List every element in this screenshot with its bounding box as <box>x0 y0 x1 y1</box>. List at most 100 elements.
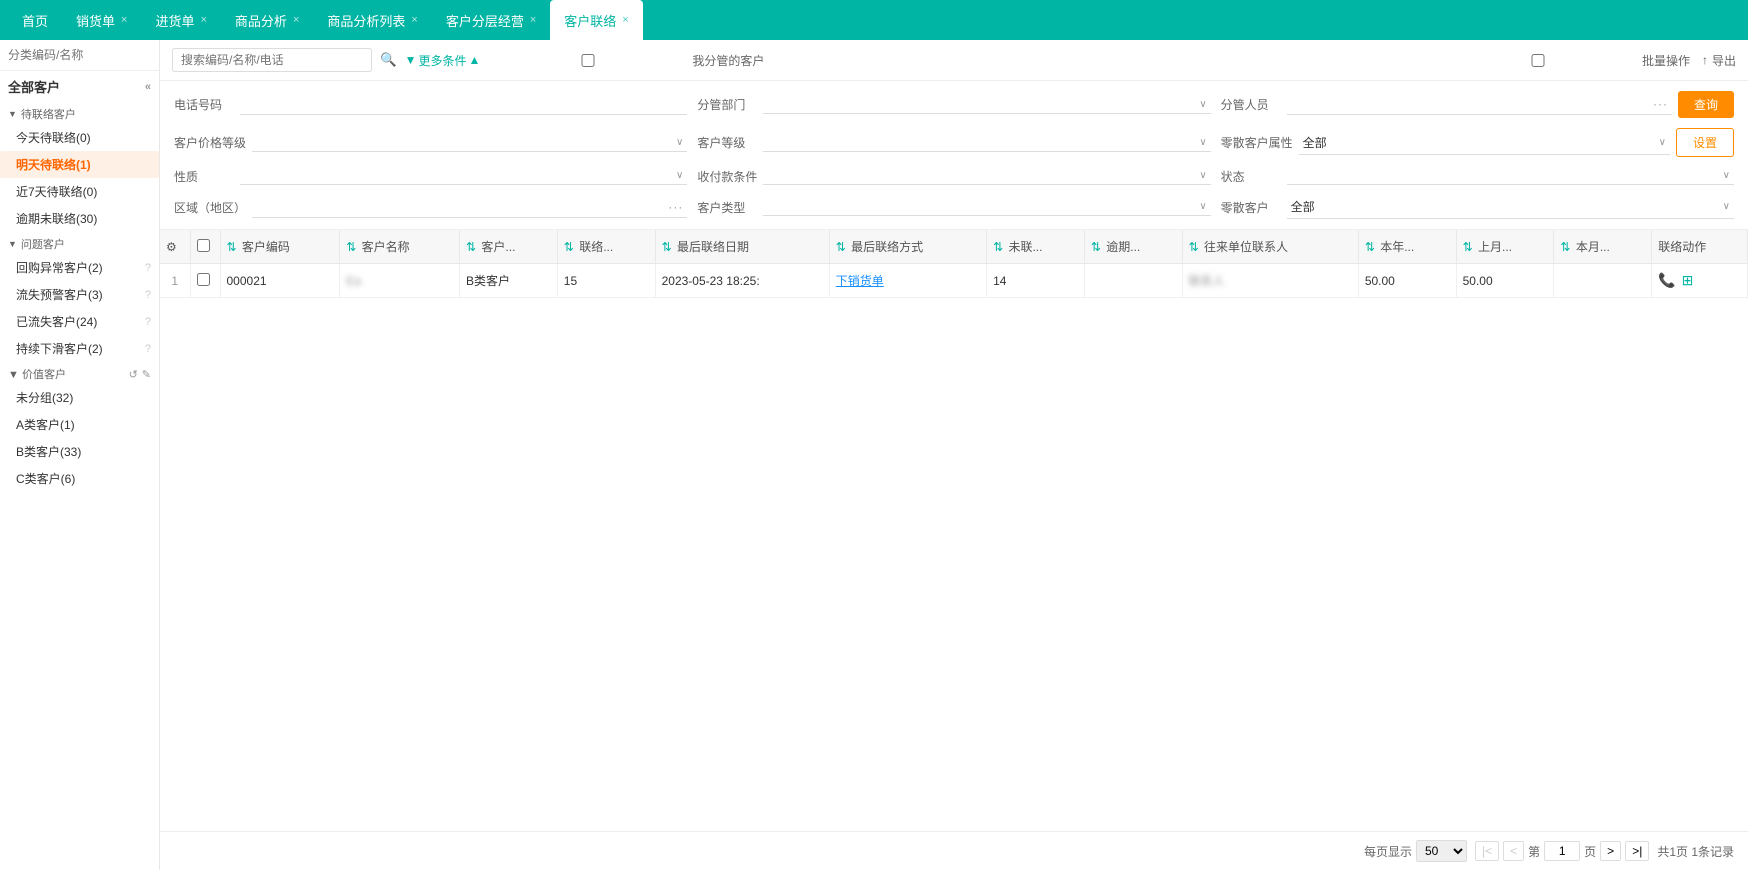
filter-retail-customer-select[interactable]: 全部 ∨ <box>1287 195 1734 219</box>
batch-op-btn[interactable]: 批量操作 <box>1438 52 1690 69</box>
more-conditions-btn[interactable]: ▼ 更多条件 ▲ <box>405 52 481 69</box>
sidebar-all-customers[interactable]: 全部客户 « <box>0 71 159 102</box>
th-overdue[interactable]: ⇅ 逾期... <box>1084 230 1182 264</box>
th-customer-code[interactable]: ⇅ 客户编码 <box>220 230 340 264</box>
next-page-btn[interactable]: > <box>1600 841 1621 861</box>
search-bar: 🔍 ▼ 更多条件 ▲ 我分管的客户 批量操作 ↑ 导出 <box>160 40 1748 81</box>
nav-customer-contact-close[interactable]: × <box>622 14 628 26</box>
th-unit-contact[interactable]: ⇅ 往来单位联系人 <box>1182 230 1358 264</box>
customer-table: ⚙ ⇅ 客户编码 ⇅ 客户名称 <box>160 230 1748 298</box>
last-page-btn[interactable]: >| <box>1625 841 1649 861</box>
table-header-row: ⚙ ⇅ 客户编码 ⇅ 客户名称 <box>160 230 1748 264</box>
per-page-select[interactable]: 50 100 200 <box>1416 840 1467 862</box>
th-customer-type[interactable]: ⇅ 客户... <box>460 230 558 264</box>
manager-dots-icon: ··· <box>1653 97 1668 111</box>
sidebar-item-7days[interactable]: 近7天待联络(0) <box>0 178 159 205</box>
my-customers-checkbox[interactable] <box>488 54 688 67</box>
nav-purchase-close[interactable]: × <box>200 14 206 26</box>
filter-area: 电话号码 分管部门 ∨ 分管人员 ··· 查询 客户价格等级 <box>160 81 1748 230</box>
nav-sales-close[interactable]: × <box>121 14 127 26</box>
action-phone-icon[interactable]: 📞 <box>1658 272 1675 289</box>
nav-product-list[interactable]: 商品分析列表 × <box>313 0 431 40</box>
sidebar-item-repurchase[interactable]: 回购异常客户(2) ? <box>0 254 159 281</box>
th-customer-name[interactable]: ⇅ 客户名称 <box>340 230 460 264</box>
nav-product-analysis[interactable]: 商品分析 × <box>221 0 313 40</box>
chevron-up-icon: ▲ <box>469 53 481 67</box>
export-btn[interactable]: ↑ 导出 <box>1702 52 1736 69</box>
filter-payment-select[interactable]: ∨ <box>763 167 1210 185</box>
filter-retail-attr-select[interactable]: 全部 ∨ <box>1299 131 1670 155</box>
filter-status-select[interactable]: ∨ <box>1287 167 1734 185</box>
prev-page-btn[interactable]: < <box>1503 841 1524 861</box>
th-no-contact[interactable]: ⇅ 未联... <box>987 230 1085 264</box>
nav-product-list-close[interactable]: × <box>411 14 417 26</box>
nav-customer-tier-close[interactable]: × <box>530 14 536 26</box>
action-grid-icon[interactable]: ⊞ <box>1682 272 1694 289</box>
value-group-refresh-icon[interactable]: ↺ <box>129 368 138 381</box>
filter-phone-input[interactable] <box>240 94 687 115</box>
filter-manager-select[interactable]: ··· <box>1287 94 1672 115</box>
sidebar-item-class-c[interactable]: C类客户(6) <box>0 465 159 492</box>
set-button[interactable]: 设置 <box>1676 128 1734 157</box>
nav-purchase[interactable]: 进货单 × <box>141 0 220 40</box>
nav-home[interactable]: 首页 <box>8 0 62 40</box>
sidebar-item-class-b[interactable]: B类客户(33) <box>0 438 159 465</box>
th-last-contact-date[interactable]: ⇅ 最后联络日期 <box>655 230 829 264</box>
sidebar-item-churned[interactable]: 已流失客户(24) ? <box>0 308 159 335</box>
td-checkbox[interactable] <box>190 264 220 298</box>
td-overdue <box>1084 264 1182 298</box>
th-this-month[interactable]: ⇅ 本月... <box>1554 230 1652 264</box>
filter-icon: ▼ <box>405 53 417 67</box>
filter-customer-type-select[interactable]: ∨ <box>763 198 1210 216</box>
sidebar-item-declining[interactable]: 持续下滑客户(2) ? <box>0 335 159 362</box>
sidebar-group-pending: 待联络客户 <box>0 102 159 124</box>
sidebar-collapse-icon: « <box>145 81 151 93</box>
filter-status: 状态 ∨ <box>1221 167 1734 185</box>
filter-nature-select[interactable]: ∨ <box>240 167 687 185</box>
td-last-contact-date: 2023-05-23 18:25: <box>655 264 829 298</box>
th-last-contact-method[interactable]: ⇅ 最后联络方式 <box>829 230 986 264</box>
filter-dept-select[interactable]: ∨ <box>763 96 1210 114</box>
row-checkbox[interactable] <box>197 273 210 286</box>
sidebar-search-input[interactable] <box>8 48 160 62</box>
th-checkbox[interactable] <box>190 230 220 264</box>
settings-icon[interactable]: ⚙ <box>166 240 177 254</box>
page-input[interactable] <box>1544 841 1580 861</box>
nav-product-analysis-close[interactable]: × <box>293 14 299 26</box>
filter-nature-label: 性质 <box>174 168 234 185</box>
sidebar-item-overdue[interactable]: 逾期未联络(30) <box>0 205 159 232</box>
th-settings[interactable]: ⚙ <box>160 230 190 264</box>
sidebar-item-class-a[interactable]: A类客户(1) <box>0 411 159 438</box>
contact-method-link[interactable]: 下销货单 <box>836 274 884 288</box>
search-input[interactable] <box>172 48 372 72</box>
nav-sales[interactable]: 销货单 × <box>62 0 141 40</box>
filter-customer-level-select[interactable]: ∨ <box>763 134 1210 152</box>
filter-retail-attr: 零散客户属性 全部 ∨ 设置 <box>1221 128 1734 157</box>
th-last-month[interactable]: ⇅ 上月... <box>1456 230 1554 264</box>
select-all-checkbox[interactable] <box>197 239 210 252</box>
first-page-btn[interactable]: |< <box>1475 841 1499 861</box>
query-button[interactable]: 查询 <box>1678 91 1734 118</box>
sidebar-item-ungrouped[interactable]: 未分组(32) <box>0 384 159 411</box>
sidebar-item-churn-warning[interactable]: 流失预警客户(3) ? <box>0 281 159 308</box>
nav-customer-contact[interactable]: 客户联络 × <box>550 0 642 40</box>
td-no-contact: 14 <box>987 264 1085 298</box>
td-customer-type: B类客户 <box>460 264 558 298</box>
th-this-year[interactable]: ⇅ 本年... <box>1358 230 1456 264</box>
th-contact-count[interactable]: ⇅ 联络... <box>557 230 655 264</box>
sidebar-item-today[interactable]: 今天待联络(0) <box>0 124 159 151</box>
my-customers-checkbox-label[interactable]: 我分管的客户 <box>488 52 764 69</box>
td-last-contact-method[interactable]: 下销货单 <box>829 264 986 298</box>
value-group-edit-icon[interactable]: ✎ <box>142 368 151 381</box>
filter-price-level-label: 客户价格等级 <box>174 134 246 151</box>
batch-op-checkbox[interactable] <box>1438 54 1638 67</box>
filter-region-select[interactable]: ··· <box>252 197 687 218</box>
table-row: 1 000021 Ea B类客户 15 2023-05-23 18:25: 下销… <box>160 264 1748 298</box>
per-page-selector: 每页显示 50 100 200 <box>1364 840 1467 862</box>
filter-customer-type: 客户类型 ∨ <box>697 195 1210 219</box>
filter-price-level-select[interactable]: ∨ <box>252 134 687 152</box>
nav-customer-tier[interactable]: 客户分层经营 × <box>432 0 550 40</box>
filter-dept-label: 分管部门 <box>697 96 757 113</box>
search-button[interactable]: 🔍 <box>380 52 397 68</box>
sidebar-item-tomorrow[interactable]: 明天待联络(1) <box>0 151 159 178</box>
